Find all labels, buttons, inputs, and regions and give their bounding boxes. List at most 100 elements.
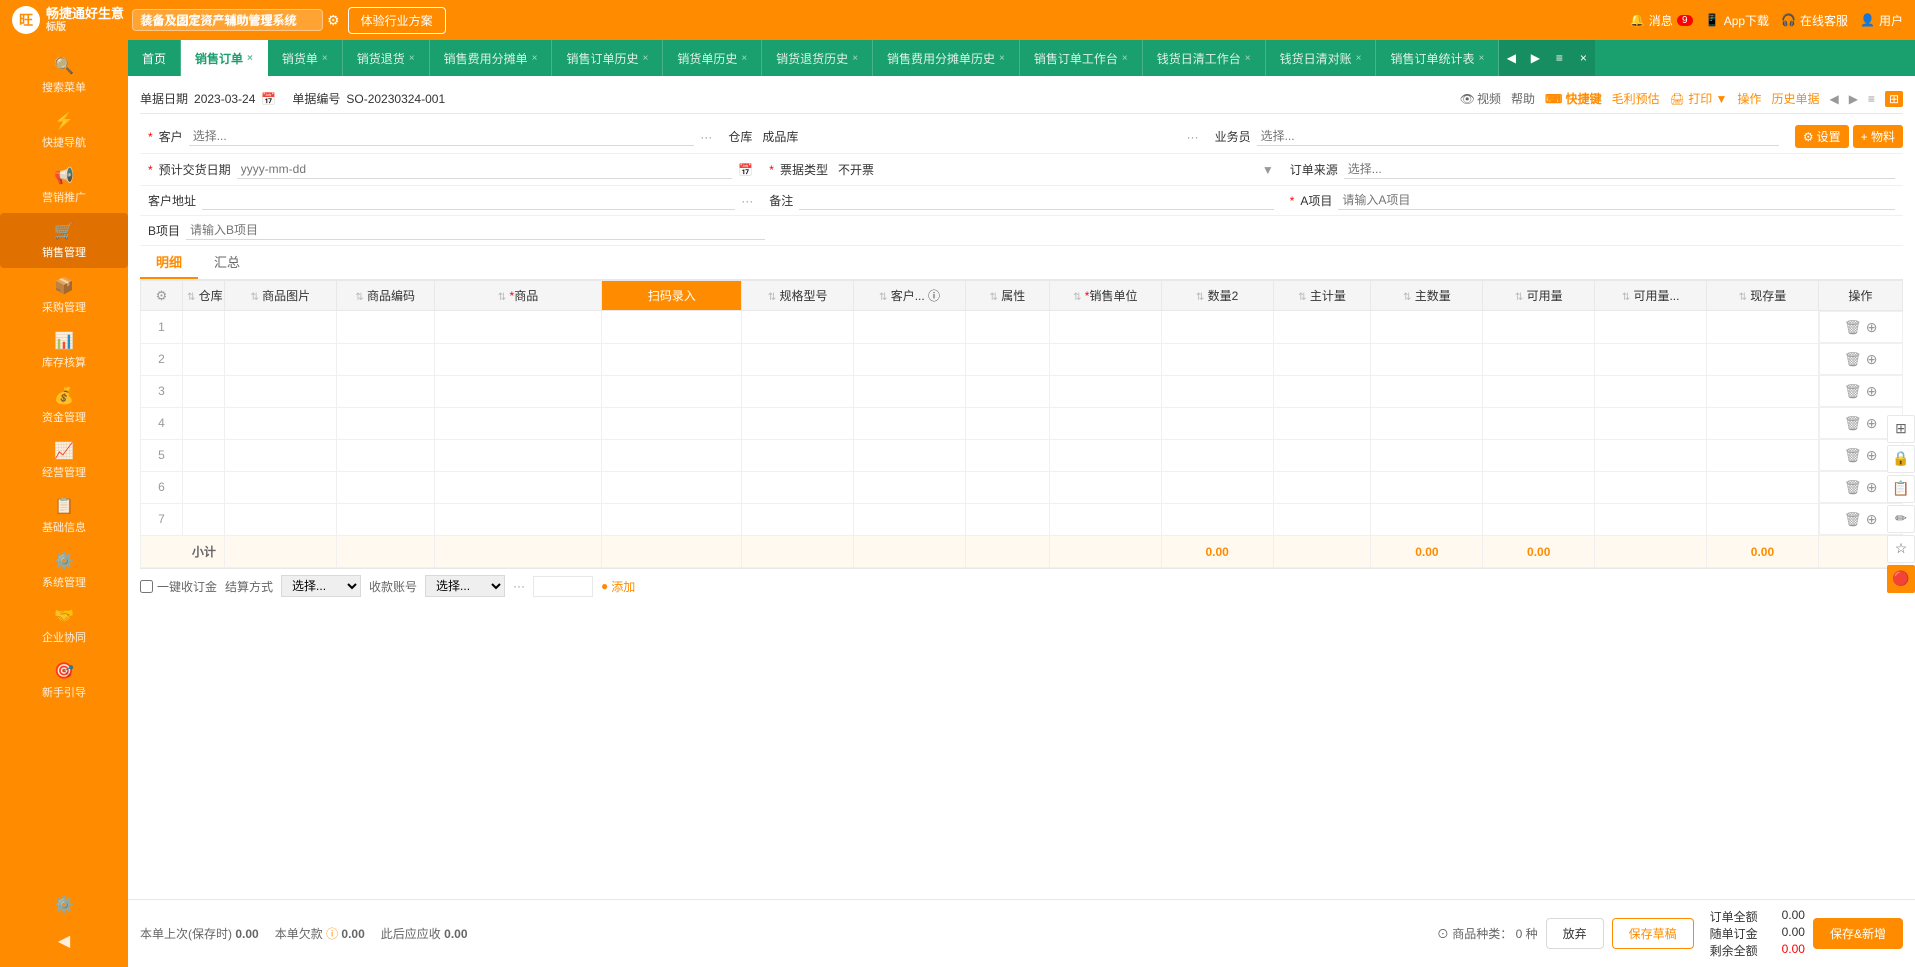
row-available[interactable]: [1483, 311, 1595, 344]
sidebar-item-purchase[interactable]: 📦 采购管理: [0, 268, 128, 323]
row-unit[interactable]: [1049, 439, 1161, 471]
row-stock[interactable]: [1707, 343, 1819, 375]
tab-prev-btn[interactable]: ◀: [1499, 40, 1523, 76]
row-available[interactable]: [1483, 407, 1595, 439]
row-stock[interactable]: [1707, 439, 1819, 471]
row-unit[interactable]: [1049, 375, 1161, 407]
row-attr[interactable]: [965, 407, 1049, 439]
sidebar-item-sales[interactable]: 🛒 销售管理: [0, 213, 128, 268]
notification-btn[interactable]: 🔔 消息 9: [1630, 12, 1693, 29]
copy-icon[interactable]: ⊕: [1866, 479, 1878, 496]
sidebar-item-settings[interactable]: ⚙️: [0, 887, 128, 923]
row-available[interactable]: [1483, 343, 1595, 375]
tab-close-icon[interactable]: ×: [852, 53, 858, 64]
row-warehouse[interactable]: [182, 375, 224, 407]
row-customer-code[interactable]: [854, 471, 966, 503]
sidebar-item-search[interactable]: 🔍 搜索菜单: [0, 48, 128, 103]
more-icon[interactable]: ···: [513, 579, 525, 593]
remark-input[interactable]: [799, 191, 1273, 210]
delete-icon[interactable]: 🗑: [1844, 511, 1862, 528]
payment-select[interactable]: 选择...: [281, 575, 361, 597]
row-scan[interactable]: [602, 471, 742, 503]
row-qty2[interactable]: [1161, 503, 1273, 536]
system-selector[interactable]: 装备及固定资产辅助管理系统: [132, 9, 323, 31]
float-btn-2[interactable]: 🔒: [1887, 445, 1915, 473]
b-project-input[interactable]: [186, 221, 765, 240]
customer-more-icon[interactable]: ···: [700, 130, 712, 144]
row-customer-code[interactable]: [854, 503, 966, 536]
row-qty2[interactable]: [1161, 439, 1273, 471]
row-main-qty[interactable]: [1371, 343, 1483, 375]
card-view-icon[interactable]: ⊞: [1885, 91, 1903, 107]
row-spec[interactable]: [742, 407, 854, 439]
sidebar-item-basic[interactable]: 📋 基础信息: [0, 488, 128, 543]
row-warehouse[interactable]: [182, 343, 224, 375]
tab-summary[interactable]: 汇总: [198, 246, 256, 279]
user-btn[interactable]: 👤 用户: [1860, 12, 1903, 29]
tab-close-icon[interactable]: ×: [532, 53, 538, 64]
row-available[interactable]: [1483, 471, 1595, 503]
delete-icon[interactable]: 🗑: [1844, 479, 1862, 496]
row-product[interactable]: [434, 407, 602, 439]
warehouse-more-icon[interactable]: ···: [1187, 130, 1199, 144]
row-customer-code[interactable]: [854, 343, 966, 375]
row-attr[interactable]: [965, 375, 1049, 407]
tab-order-stats[interactable]: 销售订单统计表 ×: [1376, 40, 1499, 76]
row-main-qty[interactable]: [1371, 311, 1483, 344]
tab-return-history[interactable]: 销货退货历史 ×: [762, 40, 873, 76]
tab-close-icon[interactable]: ×: [1478, 53, 1484, 64]
row-available2[interactable]: [1595, 471, 1707, 503]
tab-home[interactable]: 首页: [128, 40, 181, 76]
row-code[interactable]: [336, 439, 434, 471]
add-payment-btn[interactable]: ● 添加: [601, 578, 635, 595]
row-code[interactable]: [336, 407, 434, 439]
row-available[interactable]: [1483, 439, 1595, 471]
row-main-unit[interactable]: [1273, 311, 1371, 344]
row-product[interactable]: [434, 375, 602, 407]
profit-action[interactable]: 毛利预估: [1612, 90, 1660, 107]
row-product[interactable]: [434, 471, 602, 503]
row-warehouse[interactable]: [182, 439, 224, 471]
shortcut-action[interactable]: ⌨ 快捷键: [1545, 90, 1602, 107]
float-btn-3[interactable]: 📋: [1887, 475, 1915, 503]
row-spec[interactable]: [742, 439, 854, 471]
calendar-icon[interactable]: 📅: [261, 92, 276, 106]
delete-icon[interactable]: 🗑: [1844, 415, 1862, 432]
tab-close-icon[interactable]: ×: [1356, 53, 1362, 64]
row-product[interactable]: [434, 343, 602, 375]
row-scan[interactable]: [602, 311, 742, 344]
copy-icon[interactable]: ⊕: [1866, 319, 1878, 336]
row-product[interactable]: [434, 311, 602, 344]
history-action[interactable]: 历史单据: [1771, 90, 1819, 107]
row-stock[interactable]: [1707, 471, 1819, 503]
one-click-checkbox[interactable]: 一键收订金: [140, 578, 217, 595]
row-customer-code[interactable]: [854, 311, 966, 344]
tab-daily-reconcile[interactable]: 钱货日清对账 ×: [1266, 40, 1377, 76]
row-customer-code[interactable]: [854, 439, 966, 471]
row-main-qty[interactable]: [1371, 503, 1483, 536]
row-warehouse[interactable]: [182, 311, 224, 344]
row-attr[interactable]: [965, 503, 1049, 536]
delete-icon[interactable]: 🗑: [1844, 447, 1862, 464]
row-scan[interactable]: [602, 439, 742, 471]
row-spec[interactable]: [742, 471, 854, 503]
row-qty2[interactable]: [1161, 375, 1273, 407]
row-available2[interactable]: [1595, 343, 1707, 375]
copy-icon[interactable]: ⊕: [1866, 415, 1878, 432]
customer-input[interactable]: [189, 127, 695, 146]
row-warehouse[interactable]: [182, 407, 224, 439]
a-project-input[interactable]: [1338, 191, 1895, 210]
save-draft-button[interactable]: 保存草稿: [1612, 918, 1694, 949]
row-code[interactable]: [336, 343, 434, 375]
float-btn-5[interactable]: ☆: [1887, 535, 1915, 563]
calendar2-icon[interactable]: 📅: [738, 163, 753, 177]
sidebar-item-finance[interactable]: 💰 资金管理: [0, 378, 128, 433]
save-new-button[interactable]: 保存&新增: [1813, 918, 1903, 949]
tab-sales-expense[interactable]: 销售费用分摊单 ×: [430, 40, 553, 76]
help-action[interactable]: 帮助: [1511, 90, 1535, 107]
row-customer-code[interactable]: [854, 407, 966, 439]
row-unit[interactable]: [1049, 311, 1161, 344]
sidebar-item-operations[interactable]: 📈 经营管理: [0, 433, 128, 488]
tab-order-workbench[interactable]: 销售订单工作台 ×: [1020, 40, 1143, 76]
row-main-qty[interactable]: [1371, 375, 1483, 407]
